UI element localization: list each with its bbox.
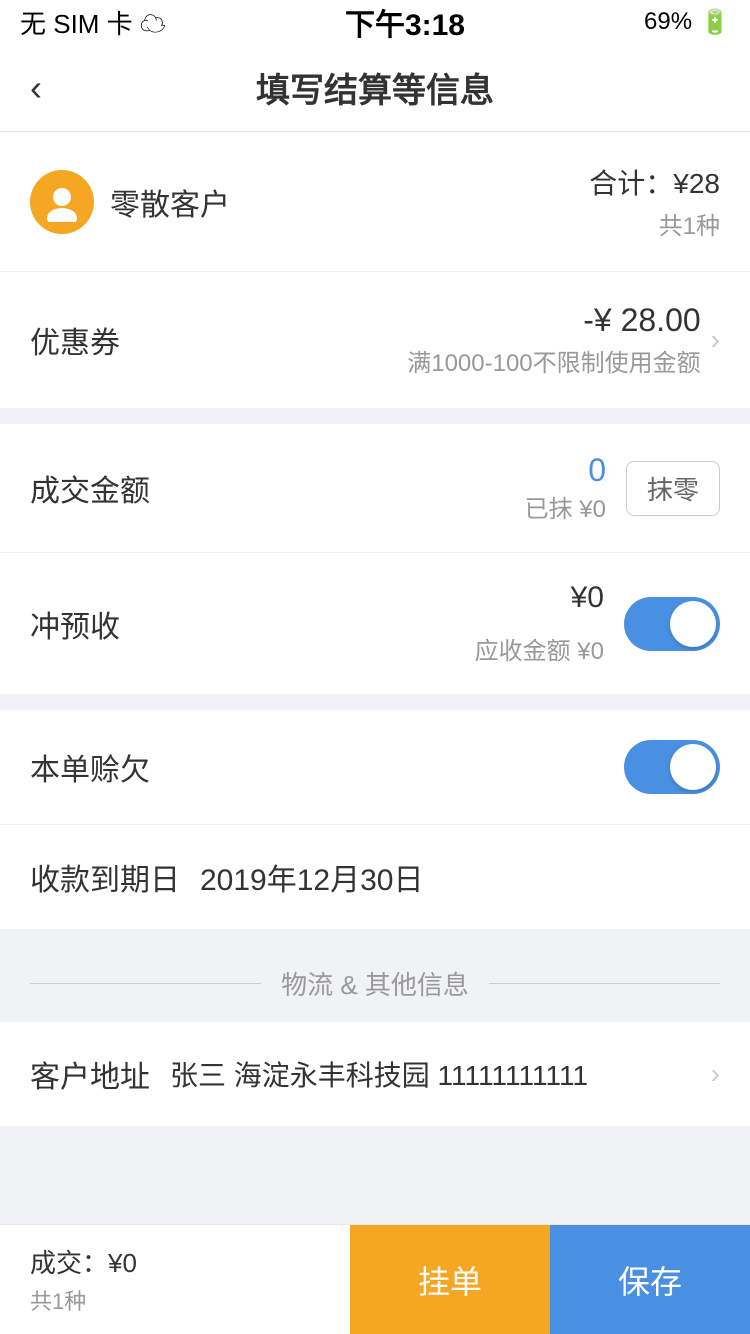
address-label: 客户地址 — [30, 1052, 150, 1096]
logistics-line-right — [489, 983, 720, 984]
customer-row: 零散客户 合计：¥28 共1种 — [0, 132, 750, 271]
coupon-right: -¥ 28.00 满1000-100不限制使用金额 › — [407, 302, 720, 378]
deduct-prepay-label: 冲预收 — [30, 602, 120, 646]
transaction-amount-input[interactable] — [526, 452, 606, 489]
main-content: 零散客户 合计：¥28 共1种 优惠券 -¥ 28.00 满1000-100不限… — [0, 132, 750, 1262]
due-date-value: 2019年12月30日 — [200, 855, 423, 899]
due-date-label: 收款到期日 — [30, 855, 180, 899]
deduct-amount: ¥0 — [571, 581, 604, 615]
address-row[interactable]: 客户地址 张三 海淀永丰科技园 11111111111 › — [0, 1022, 750, 1126]
status-left: 无 SIM 卡 ☁ — [20, 4, 166, 41]
debit-label: 本单赊欠 — [30, 745, 150, 789]
due-date-row: 收款到期日 2019年12月30日 — [0, 824, 750, 929]
coupon-desc: 满1000-100不限制使用金额 — [407, 343, 700, 378]
logistics-line-left — [30, 983, 261, 984]
transaction-amount-row: 成交金额 已抹 ¥0 抹零 — [0, 424, 750, 553]
deduct-prepay-right: ¥0 应收金额 ¥0 — [475, 581, 720, 666]
address-card: 客户地址 张三 海淀永丰科技园 11111111111 › — [0, 1022, 750, 1126]
deduct-right-col: ¥0 应收金额 ¥0 — [475, 581, 604, 666]
transaction-right-col: 已抹 ¥0 — [525, 452, 606, 524]
receivable: 应收金额 ¥0 — [475, 631, 604, 666]
bottom-transaction-value: ¥0 — [108, 1248, 137, 1278]
deduct-prepay-row: 冲预收 ¥0 应收金额 ¥0 — [0, 553, 750, 694]
customer-right: 合计：¥28 共1种 — [589, 162, 720, 241]
logistics-text: 物流 & 其他信息 — [281, 965, 469, 1002]
customer-name: 零散客户 — [110, 180, 230, 224]
transaction-card: 成交金额 已抹 ¥0 抹零 冲预收 ¥0 应收金额 ¥0 — [0, 424, 750, 694]
address-value: 张三 海淀永丰科技园 11111111111 — [170, 1054, 711, 1094]
total-amount: 合计：¥28 — [589, 162, 720, 202]
debit-toggle[interactable] — [624, 740, 720, 794]
bottom-count: 共1种 — [30, 1284, 320, 1316]
round-zero-button[interactable]: 抹零 — [626, 461, 720, 516]
customer-left: 零散客户 — [30, 170, 230, 234]
battery-level: 69% — [644, 8, 692, 36]
chevron-right-icon: › — [711, 324, 720, 356]
debit-row: 本单赊欠 — [0, 710, 750, 824]
customer-avatar — [30, 170, 94, 234]
total-count: 共1种 — [589, 206, 720, 241]
status-bar: 无 SIM 卡 ☁ 下午3:18 69% 🔋 — [0, 0, 750, 44]
address-chevron-right-icon: › — [711, 1058, 720, 1090]
debit-card: 本单赊欠 收款到期日 2019年12月30日 — [0, 710, 750, 929]
deduct-prepay-toggle[interactable] — [624, 597, 720, 651]
coupon-discount: -¥ 28.00 — [583, 302, 700, 339]
coupon-row[interactable]: 优惠券 -¥ 28.00 满1000-100不限制使用金额 › — [0, 271, 750, 408]
page-title: 填写结算等信息 — [256, 63, 494, 112]
sim-status: 无 SIM 卡 ☁ — [20, 4, 166, 41]
bottom-transaction: 成交：¥0 — [30, 1243, 320, 1280]
bottom-bar: 成交：¥0 共1种 挂单 保存 — [0, 1224, 750, 1334]
logistics-divider: 物流 & 其他信息 — [0, 945, 750, 1022]
customer-card: 零散客户 合计：¥28 共1种 优惠券 -¥ 28.00 满1000-100不限… — [0, 132, 750, 408]
save-button[interactable]: 保存 — [550, 1225, 750, 1334]
coupon-label: 优惠券 — [30, 318, 120, 362]
status-right: 69% 🔋 — [644, 8, 730, 37]
back-button[interactable]: ‹ — [30, 67, 42, 109]
coupon-right-col: -¥ 28.00 满1000-100不限制使用金额 — [407, 302, 700, 378]
status-time: 下午3:18 — [345, 0, 465, 44]
bottom-info: 成交：¥0 共1种 — [0, 1243, 350, 1316]
transaction-amount-right: 已抹 ¥0 抹零 — [525, 452, 720, 524]
already-rounded: 已抹 ¥0 — [525, 489, 606, 524]
transaction-amount-label: 成交金额 — [30, 466, 150, 510]
bottom-transaction-label: 成交： — [30, 1248, 108, 1278]
nav-bar: ‹ 填写结算等信息 — [0, 44, 750, 132]
hold-button[interactable]: 挂单 — [350, 1225, 550, 1334]
battery-icon: 🔋 — [700, 8, 730, 37]
